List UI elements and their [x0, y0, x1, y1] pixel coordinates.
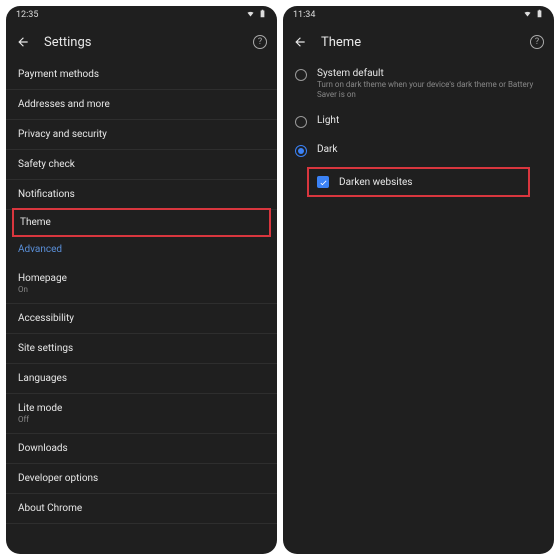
setting-homepage[interactable]: HomepageOn — [6, 264, 277, 304]
status-bar: 11:34 — [283, 6, 554, 24]
status-icons — [523, 9, 544, 21]
option-system-default[interactable]: System default Turn on dark theme when y… — [283, 60, 554, 107]
setting-notifications[interactable]: Notifications — [6, 180, 277, 210]
setting-languages[interactable]: Languages — [6, 364, 277, 394]
header: Theme ? — [283, 24, 554, 60]
back-icon[interactable] — [16, 35, 30, 49]
setting-addresses[interactable]: Addresses and more — [6, 90, 277, 120]
header: Settings ? — [6, 24, 277, 60]
setting-payment-methods[interactable]: Payment methods — [6, 60, 277, 90]
setting-safety-check[interactable]: Safety check — [6, 150, 277, 180]
settings-list: Payment methods Addresses and more Priva… — [6, 60, 277, 554]
setting-privacy[interactable]: Privacy and security — [6, 120, 277, 150]
setting-theme[interactable]: Theme — [12, 208, 271, 237]
battery-icon — [258, 9, 267, 21]
help-icon[interactable]: ? — [530, 35, 544, 49]
option-light[interactable]: Light — [283, 107, 554, 136]
clock: 12:35 — [16, 10, 38, 20]
theme-screen: 11:34 Theme ? System default Turn on dar… — [283, 6, 554, 554]
status-icons — [246, 9, 267, 21]
setting-accessibility[interactable]: Accessibility — [6, 304, 277, 334]
highlight-box: Darken websites — [307, 167, 530, 197]
back-icon[interactable] — [293, 35, 307, 49]
checkbox-icon — [317, 176, 329, 188]
wifi-icon — [246, 9, 255, 21]
setting-site-settings[interactable]: Site settings — [6, 334, 277, 364]
radio-icon — [295, 145, 307, 157]
clock: 11:34 — [293, 10, 315, 20]
option-darken-websites[interactable]: Darken websites — [309, 169, 528, 195]
theme-options: System default Turn on dark theme when y… — [283, 60, 554, 554]
radio-icon — [295, 69, 307, 81]
settings-screen: 12:35 Settings ? Payment methods Address… — [6, 6, 277, 554]
battery-icon — [535, 9, 544, 21]
setting-developer-options[interactable]: Developer options — [6, 464, 277, 494]
setting-lite-mode[interactable]: Lite modeOff — [6, 394, 277, 434]
section-advanced[interactable]: Advanced — [6, 235, 277, 264]
setting-about-chrome[interactable]: About Chrome — [6, 494, 277, 524]
wifi-icon — [523, 9, 532, 21]
page-title: Settings — [44, 35, 239, 50]
option-dark[interactable]: Dark — [283, 136, 554, 165]
setting-downloads[interactable]: Downloads — [6, 434, 277, 464]
radio-icon — [295, 116, 307, 128]
page-title: Theme — [321, 35, 516, 50]
status-bar: 12:35 — [6, 6, 277, 24]
help-icon[interactable]: ? — [253, 35, 267, 49]
